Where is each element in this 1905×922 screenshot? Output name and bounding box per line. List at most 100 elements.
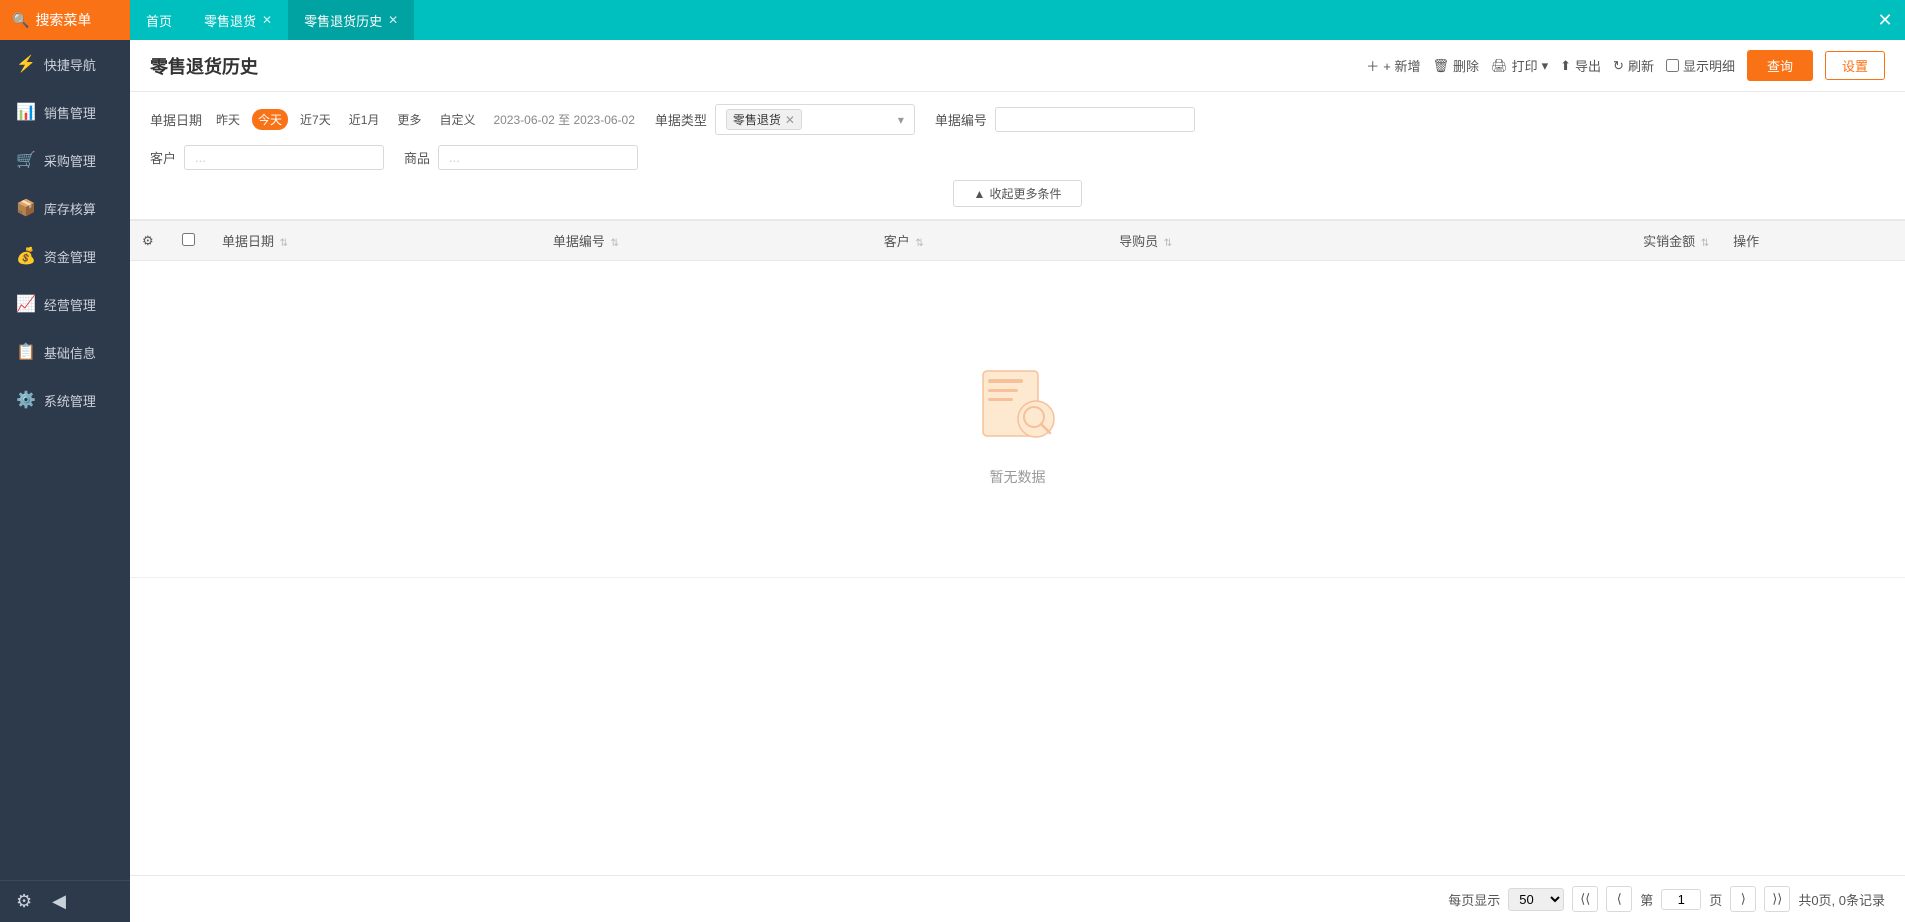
collapse-container: ▲ 收起更多条件 [150, 180, 1885, 207]
operations-icon: 📈 [16, 294, 36, 314]
next-page-button[interactable]: ⟩ [1730, 886, 1756, 912]
search-icon: 🔍 [12, 12, 29, 29]
page-number-input[interactable] [1661, 889, 1701, 910]
sidebar-item-label: 系统管理 [44, 391, 96, 410]
window-close-button[interactable]: ✕ [1865, 0, 1905, 40]
close-icon: ✕ [1877, 10, 1892, 31]
th-checkbox[interactable] [170, 221, 210, 261]
date-opt-last-month[interactable]: 近1月 [343, 109, 386, 130]
sidebar-item-basic-info[interactable]: 📋 基础信息 [0, 328, 130, 376]
delete-icon: 🗑 [1433, 58, 1450, 74]
th-number[interactable]: 单据编号 ⇅ [541, 221, 872, 261]
sidebar-item-label: 库存核算 [44, 199, 96, 218]
sidebar-item-label: 经营管理 [44, 295, 96, 314]
type-selector[interactable]: 零售退货 ✕ ▾ [715, 104, 915, 135]
customer-filter-input[interactable]: ... [184, 145, 384, 170]
select-all-checkbox[interactable] [182, 233, 195, 246]
export-button[interactable]: ⬆ 导出 [1560, 56, 1601, 75]
th-amount[interactable]: 实销金额 ⇅ [1390, 221, 1721, 261]
customer-filter-group: 客户 ... [150, 145, 384, 170]
th-customer[interactable]: 客户 ⇅ [872, 221, 1107, 261]
tab-retail-return-close[interactable]: ✕ [262, 13, 272, 27]
th-customer-label: 客户 [884, 234, 910, 249]
refresh-button[interactable]: ↻ 刷新 [1613, 56, 1654, 75]
date-opt-more[interactable]: 更多 [391, 109, 427, 130]
delete-button[interactable]: 🗑 删除 [1433, 56, 1480, 75]
new-button[interactable]: ＋ + 新增 [1366, 56, 1420, 75]
th-settings[interactable]: ⚙ [130, 221, 170, 261]
tab-retail-return[interactable]: 零售退货 ✕ [188, 0, 288, 40]
new-icon: ＋ [1366, 56, 1379, 75]
collapse-sidebar-icon[interactable]: ◀ [52, 891, 66, 912]
tab-retail-return-history-label: 零售退货历史 [304, 11, 382, 30]
export-icon: ⬆ [1560, 58, 1571, 74]
sidebar-item-label: 采购管理 [44, 151, 96, 170]
print-button[interactable]: 🖨 打印 ▾ [1491, 56, 1548, 75]
customer-filter-label: 客户 [150, 148, 176, 167]
type-dropdown-arrow: ▾ [898, 113, 904, 127]
query-button[interactable]: 查询 [1747, 50, 1813, 81]
date-opt-last7[interactable]: 近7天 [294, 109, 337, 130]
last-page-button[interactable]: ⟩⟩ [1764, 886, 1790, 912]
topbar: 首页 零售退货 ✕ 零售退货历史 ✕ ✕ [130, 0, 1905, 40]
sidebar-item-sales-mgmt[interactable]: 📊 销售管理 [0, 88, 130, 136]
number-filter-label: 单据编号 [935, 110, 987, 129]
page-size-select[interactable]: 50 20 100 [1508, 888, 1564, 911]
display-toggle-checkbox[interactable] [1666, 59, 1679, 72]
th-date[interactable]: 单据日期 ⇅ [210, 221, 541, 261]
sidebar-item-label: 快捷导航 [44, 55, 96, 74]
sidebar-item-operations[interactable]: 📈 经营管理 [0, 280, 130, 328]
page-header: 零售退货历史 ＋ + 新增 🗑 删除 🖨 打印 ▾ ⬆ 导出 ↻ 刷新 [130, 40, 1905, 92]
filter-row-1: 单据日期 昨天 今天 近7天 近1月 更多 自定义 2023-06-02 至 2… [150, 104, 1885, 135]
tab-retail-return-label: 零售退货 [204, 11, 256, 30]
sort-arrows-date: ⇅ [280, 238, 288, 249]
date-options: 昨天 今天 近7天 近1月 更多 自定义 [210, 109, 481, 130]
setting-button[interactable]: 设置 [1825, 51, 1885, 80]
tab-retail-return-history-close[interactable]: ✕ [388, 13, 398, 27]
th-guide[interactable]: 导购员 ⇅ [1107, 221, 1390, 261]
goods-filter-input[interactable]: ... [438, 145, 638, 170]
table-body: 暂无数据 [130, 261, 1905, 578]
sidebar-item-quick-nav[interactable]: ⚡ 快捷导航 [0, 40, 130, 88]
refresh-icon: ↻ [1613, 58, 1624, 74]
th-guide-label: 导购员 [1119, 234, 1158, 249]
first-page-button[interactable]: ⟨⟨ [1572, 886, 1598, 912]
sidebar-search[interactable]: 🔍 搜索菜单 [0, 0, 130, 40]
prev-page-button[interactable]: ⟨ [1606, 886, 1632, 912]
header-actions: ＋ + 新增 🗑 删除 🖨 打印 ▾ ⬆ 导出 ↻ 刷新 显示 [1366, 50, 1885, 81]
sort-arrows-guide: ⇅ [1164, 238, 1172, 249]
type-tag-close-icon[interactable]: ✕ [785, 113, 795, 127]
tab-retail-return-history[interactable]: 零售退货历史 ✕ [288, 0, 414, 40]
date-range-display: 2023-06-02 至 2023-06-02 [493, 111, 634, 128]
collapse-icon: ▲ [974, 187, 986, 201]
page-size-label: 每页显示 [1448, 890, 1500, 909]
th-date-label: 单据日期 [222, 234, 274, 249]
settings-bottom-icon[interactable]: ⚙ [16, 891, 32, 912]
sidebar-item-label: 基础信息 [44, 343, 96, 362]
sidebar-item-inventory[interactable]: 📦 库存核算 [0, 184, 130, 232]
display-toggle[interactable]: 显示明细 [1666, 56, 1735, 75]
sidebar-item-system[interactable]: ⚙️ 系统管理 [0, 376, 130, 424]
sidebar-search-label: 搜索菜单 [35, 10, 91, 30]
empty-icon [968, 351, 1068, 451]
table-area: ⚙ 单据日期 ⇅ 单据编号 ⇅ 客户 ⇅ 导购员 [130, 220, 1905, 875]
table-header-row: ⚙ 单据日期 ⇅ 单据编号 ⇅ 客户 ⇅ 导购员 [130, 221, 1905, 261]
tab-home-label: 首页 [146, 11, 172, 30]
print-icon: 🖨 [1491, 58, 1508, 74]
empty-state: 暂无数据 [142, 271, 1893, 567]
sidebar-item-purchase-mgmt[interactable]: 🛒 采购管理 [0, 136, 130, 184]
date-opt-today[interactable]: 今天 [252, 109, 288, 130]
number-filter-group: 单据编号 [935, 107, 1195, 132]
collapse-button[interactable]: ▲ 收起更多条件 [953, 180, 1083, 207]
sidebar-item-finance[interactable]: 💰 资金管理 [0, 232, 130, 280]
date-opt-yesterday[interactable]: 昨天 [210, 109, 246, 130]
number-filter-input[interactable] [995, 107, 1195, 132]
sort-arrows-number: ⇅ [611, 238, 619, 249]
sidebar-bottom: ⚙ ◀ [0, 880, 130, 922]
sidebar-item-label: 资金管理 [44, 247, 96, 266]
sidebar: 🔍 搜索菜单 ⚡ 快捷导航 📊 销售管理 🛒 采购管理 📦 库存核算 💰 资金管… [0, 0, 130, 922]
tab-home[interactable]: 首页 [130, 0, 188, 40]
basic-info-icon: 📋 [16, 342, 36, 362]
date-opt-custom[interactable]: 自定义 [433, 109, 481, 130]
empty-state-cell: 暂无数据 [130, 261, 1905, 578]
